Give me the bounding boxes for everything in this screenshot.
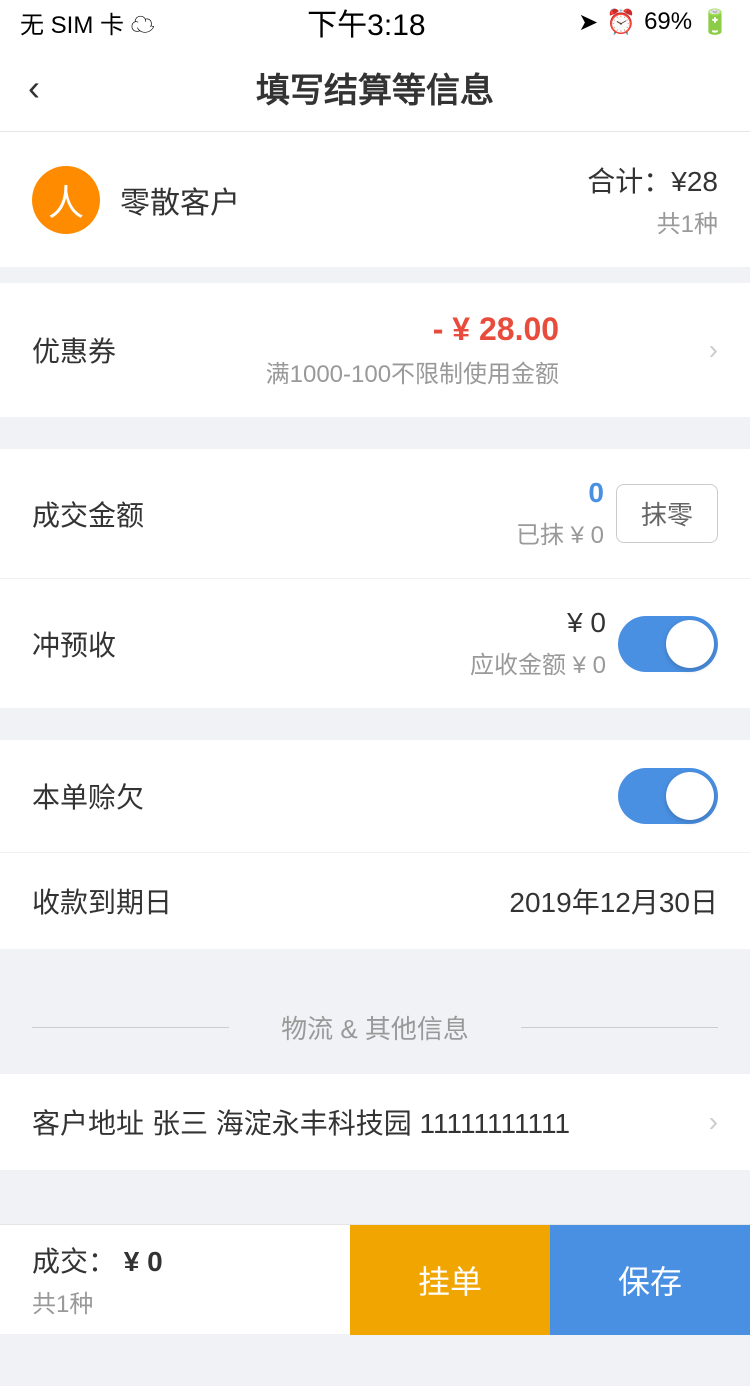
deal-amount-label: 成交金额 — [32, 494, 144, 534]
pre-received-col: ¥ 0 应收金额 ¥ 0 — [470, 607, 606, 680]
discount-amount: - ¥ 28.00 — [266, 311, 559, 348]
bottom-bar: 成交： ¥ 0 共1种 挂单 保存 — [0, 1224, 750, 1334]
debt-card: 本单赊欠 收款到期日 2019年12月30日 — [0, 740, 750, 949]
bottom-deal-amount: ¥ 0 — [124, 1246, 163, 1277]
due-date-row: 收款到期日 2019年12月30日 — [0, 853, 750, 949]
debt-label: 本单赊欠 — [32, 776, 144, 816]
deal-amount-value[interactable]: 0 — [588, 477, 604, 508]
address-chevron-icon: › — [709, 1106, 718, 1138]
debt-toggle-slider[interactable] — [618, 768, 718, 824]
alarm-icon: ⏰ — [606, 8, 636, 37]
pre-received-amount: ¥ 0 — [470, 607, 606, 639]
pre-received-toggle[interactable] — [618, 616, 718, 672]
bottom-deal-row: 成交： ¥ 0 — [32, 1240, 318, 1280]
avatar-icon: 人 — [48, 174, 84, 226]
total-count-text: 共1种 — [587, 204, 718, 239]
total-amount-text: 合计：¥28 — [587, 160, 718, 200]
status-right: ➤ ⏰ 69% 🔋 — [578, 8, 730, 37]
carrier-text: 无 SIM 卡 ☁ — [20, 5, 155, 40]
pre-received-right: ¥ 0 应收金额 ¥ 0 — [470, 607, 718, 680]
back-button[interactable]: ‹ — [28, 67, 40, 109]
address-value: 张三 海淀永丰科技园 11111111111 — [152, 1102, 699, 1142]
toggle-slider[interactable] — [618, 616, 718, 672]
avatar: 人 — [32, 166, 100, 234]
pre-received-row: 冲预收 ¥ 0 应收金额 ¥ 0 — [0, 579, 750, 708]
address-label: 客户地址 — [32, 1102, 152, 1142]
pre-received-label: 冲预收 — [32, 624, 116, 664]
customer-left: 人 零散客户 — [32, 166, 240, 234]
section-divider-3 — [0, 965, 750, 981]
deal-amount-row: 成交金额 0 已抹 ¥ 0 抹零 — [0, 449, 750, 579]
customer-name: 零散客户 — [120, 178, 240, 222]
logistics-label: 物流 & 其他信息 — [281, 1009, 469, 1046]
coupon-row[interactable]: 优惠券 - ¥ 28.00 满1000-100不限制使用金额 › — [0, 283, 750, 417]
address-row[interactable]: 客户地址 张三 海淀永丰科技园 11111111111 › — [0, 1074, 750, 1170]
status-left: 无 SIM 卡 ☁ — [20, 5, 155, 40]
customer-total: 合计：¥28 共1种 — [587, 160, 718, 239]
deal-amount-col: 0 已抹 ¥ 0 — [516, 477, 604, 550]
page-title: 填写结算等信息 — [256, 63, 494, 112]
customer-row: 人 零散客户 合计：¥28 共1种 — [0, 132, 750, 267]
location-icon: ➤ — [578, 8, 598, 37]
status-time: 下午3:18 — [307, 0, 425, 44]
coupon-chevron-icon: › — [709, 334, 718, 366]
content: 人 零散客户 合计：¥28 共1种 优惠券 - ¥ 28.00 满1000-10… — [0, 132, 750, 1386]
battery-icon: 🔋 — [700, 8, 730, 37]
bottom-deal-label: 成交： — [32, 1246, 116, 1277]
hang-order-button[interactable]: 挂单 — [350, 1225, 550, 1335]
debt-row: 本单赊欠 — [0, 740, 750, 853]
coupon-card[interactable]: 优惠券 - ¥ 28.00 满1000-100不限制使用金额 › — [0, 283, 750, 417]
due-date-label: 收款到期日 — [32, 881, 172, 921]
round-zero-button[interactable]: 抹零 — [616, 484, 718, 543]
battery-text: 69% — [644, 8, 692, 36]
logistics-header: 物流 & 其他信息 — [0, 981, 750, 1074]
bottom-info: 成交： ¥ 0 共1种 — [0, 1240, 350, 1319]
coupon-right: - ¥ 28.00 满1000-100不限制使用金额 — [266, 311, 559, 389]
deal-amount-subtext: 已抹 ¥ 0 — [516, 515, 604, 550]
save-button[interactable]: 保存 — [550, 1225, 750, 1335]
section-divider-2 — [0, 724, 750, 740]
due-date-value: 2019年12月30日 — [509, 881, 718, 921]
debt-toggle[interactable] — [618, 768, 718, 824]
nav-bar: ‹ 填写结算等信息 — [0, 44, 750, 132]
bottom-count: 共1种 — [32, 1284, 318, 1319]
coupon-label: 优惠券 — [32, 330, 116, 370]
deal-amount-card: 成交金额 0 已抹 ¥ 0 抹零 冲预收 ¥ 0 应收金额 ¥ 0 — [0, 449, 750, 708]
customer-card: 人 零散客户 合计：¥28 共1种 — [0, 132, 750, 267]
status-bar: 无 SIM 卡 ☁ 下午3:18 ➤ ⏰ 69% 🔋 — [0, 0, 750, 44]
section-divider-1 — [0, 433, 750, 449]
deal-amount-right: 0 已抹 ¥ 0 抹零 — [516, 477, 718, 550]
discount-description: 满1000-100不限制使用金额 — [266, 354, 559, 389]
pre-received-subtext: 应收金额 ¥ 0 — [470, 645, 606, 680]
address-card[interactable]: 客户地址 张三 海淀永丰科技园 11111111111 › — [0, 1074, 750, 1170]
